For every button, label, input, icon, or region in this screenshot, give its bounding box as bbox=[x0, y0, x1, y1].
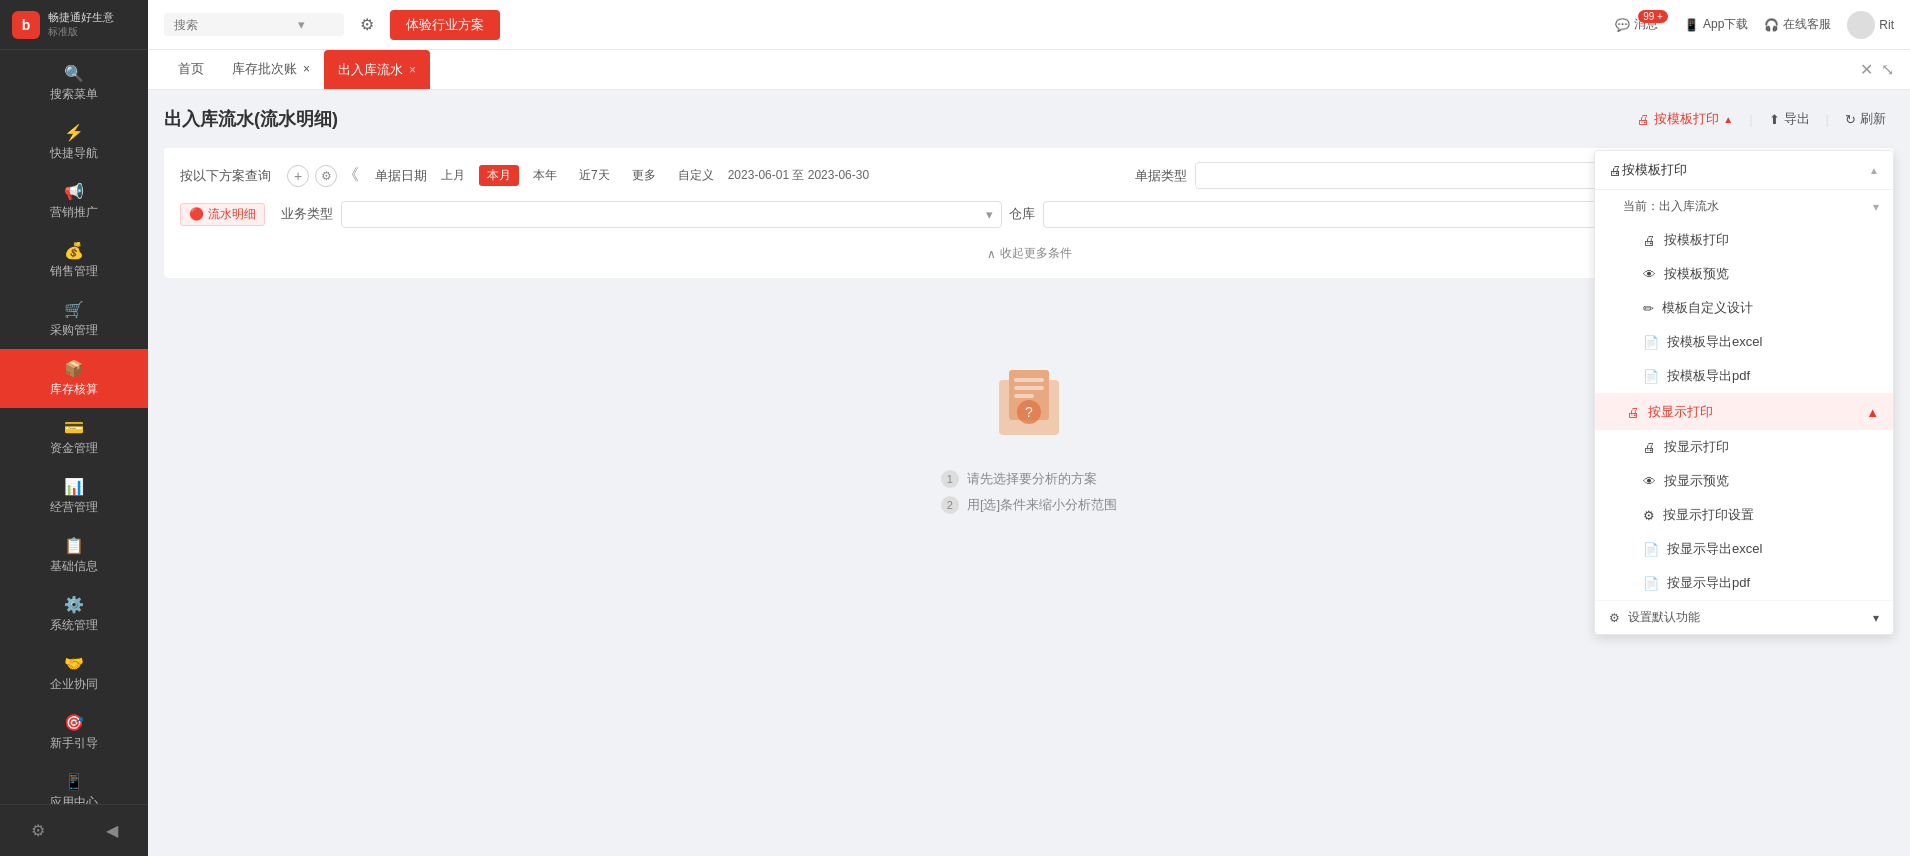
template-pdf-btn[interactable]: 📄 按模板导出pdf bbox=[1595, 359, 1893, 393]
print-dropdown-footer[interactable]: ⚙ 设置默认功能 ▾ bbox=[1595, 601, 1893, 634]
display-excel-label: 按显示导出excel bbox=[1667, 540, 1762, 558]
template-excel-icon: 📄 bbox=[1643, 335, 1659, 350]
template-excel-btn[interactable]: 📄 按模板导出excel bbox=[1595, 325, 1893, 359]
print-current-template: 当前：出入库流水 ▾ bbox=[1595, 190, 1893, 223]
display-section: 🖨 按显示打印 ▲ 🖨 按显示打印 👁 按显示预览 ⚙ 按显示打印设置 bbox=[1595, 394, 1893, 601]
default-settings-label: 设置默认功能 bbox=[1628, 609, 1700, 626]
display-settings-label: 按显示打印设置 bbox=[1663, 506, 1754, 524]
display-print-icon: 🖨 bbox=[1643, 440, 1656, 455]
default-settings-icon: ⚙ bbox=[1609, 611, 1620, 625]
print-dropdown-chevron-up: ▲ bbox=[1869, 165, 1879, 176]
display-section-header[interactable]: 🖨 按显示打印 ▲ bbox=[1595, 394, 1893, 430]
template-preview-label: 按模板预览 bbox=[1664, 265, 1729, 283]
template-preview-icon: 👁 bbox=[1643, 267, 1656, 282]
display-excel-icon: 📄 bbox=[1643, 542, 1659, 557]
display-print-btn[interactable]: 🖨 按显示打印 bbox=[1595, 430, 1893, 464]
template-section: 🖨 按模板打印 👁 按模板预览 ✏ 模板自定义设计 📄 按模板导出excel 📄 bbox=[1595, 223, 1893, 394]
template-print-btn[interactable]: 🖨 按模板打印 bbox=[1595, 223, 1893, 257]
display-preview-icon: 👁 bbox=[1643, 474, 1656, 489]
template-pdf-icon: 📄 bbox=[1643, 369, 1659, 384]
template-print-icon: 🖨 bbox=[1643, 233, 1656, 248]
print-dropdown-header: 🖨 按模板打印 ▲ bbox=[1595, 151, 1893, 190]
template-preview-btn[interactable]: 👁 按模板预览 bbox=[1595, 257, 1893, 291]
footer-chevron-icon: ▾ bbox=[1873, 611, 1879, 625]
main-area: ▾ ⚙ 体验行业方案 💬 消息 99 + 📱 App下载 🎧 在线客服 Rit bbox=[148, 0, 1910, 856]
display-excel-btn[interactable]: 📄 按显示导出excel bbox=[1595, 532, 1893, 566]
display-section-icon: 🖨 bbox=[1627, 405, 1640, 420]
display-section-label: 按显示打印 bbox=[1648, 403, 1713, 421]
display-section-chevron: ▲ bbox=[1866, 405, 1879, 420]
current-template-label: 当前：出入库流水 bbox=[1623, 198, 1719, 215]
print-icon-header: 🖨 bbox=[1609, 163, 1622, 178]
display-pdf-btn[interactable]: 📄 按显示导出pdf bbox=[1595, 566, 1893, 600]
template-excel-label: 按模板导出excel bbox=[1667, 333, 1762, 351]
print-dropdown: 🖨 按模板打印 ▲ 当前：出入库流水 ▾ 🖨 按模板打印 👁 按模板预览 bbox=[1594, 150, 1894, 635]
template-custom-label: 模板自定义设计 bbox=[1662, 299, 1753, 317]
display-pdf-label: 按显示导出pdf bbox=[1667, 574, 1750, 592]
display-settings-btn[interactable]: ⚙ 按显示打印设置 bbox=[1595, 498, 1893, 532]
page-content: 出入库流水(流水明细) 🖨 按模板打印 ▲ | ⬆ 导出 | ↻ bbox=[148, 90, 1910, 856]
display-print-label: 按显示打印 bbox=[1664, 438, 1729, 456]
template-custom-btn[interactable]: ✏ 模板自定义设计 bbox=[1595, 291, 1893, 325]
template-pdf-label: 按模板导出pdf bbox=[1667, 367, 1750, 385]
display-preview-label: 按显示预览 bbox=[1664, 472, 1729, 490]
display-settings-icon: ⚙ bbox=[1643, 508, 1655, 523]
template-custom-icon: ✏ bbox=[1643, 301, 1654, 316]
current-template-chevron: ▾ bbox=[1873, 200, 1879, 214]
print-dropdown-title: 按模板打印 bbox=[1622, 161, 1687, 179]
template-print-label: 按模板打印 bbox=[1664, 231, 1729, 249]
display-pdf-icon: 📄 bbox=[1643, 576, 1659, 591]
display-preview-btn[interactable]: 👁 按显示预览 bbox=[1595, 464, 1893, 498]
